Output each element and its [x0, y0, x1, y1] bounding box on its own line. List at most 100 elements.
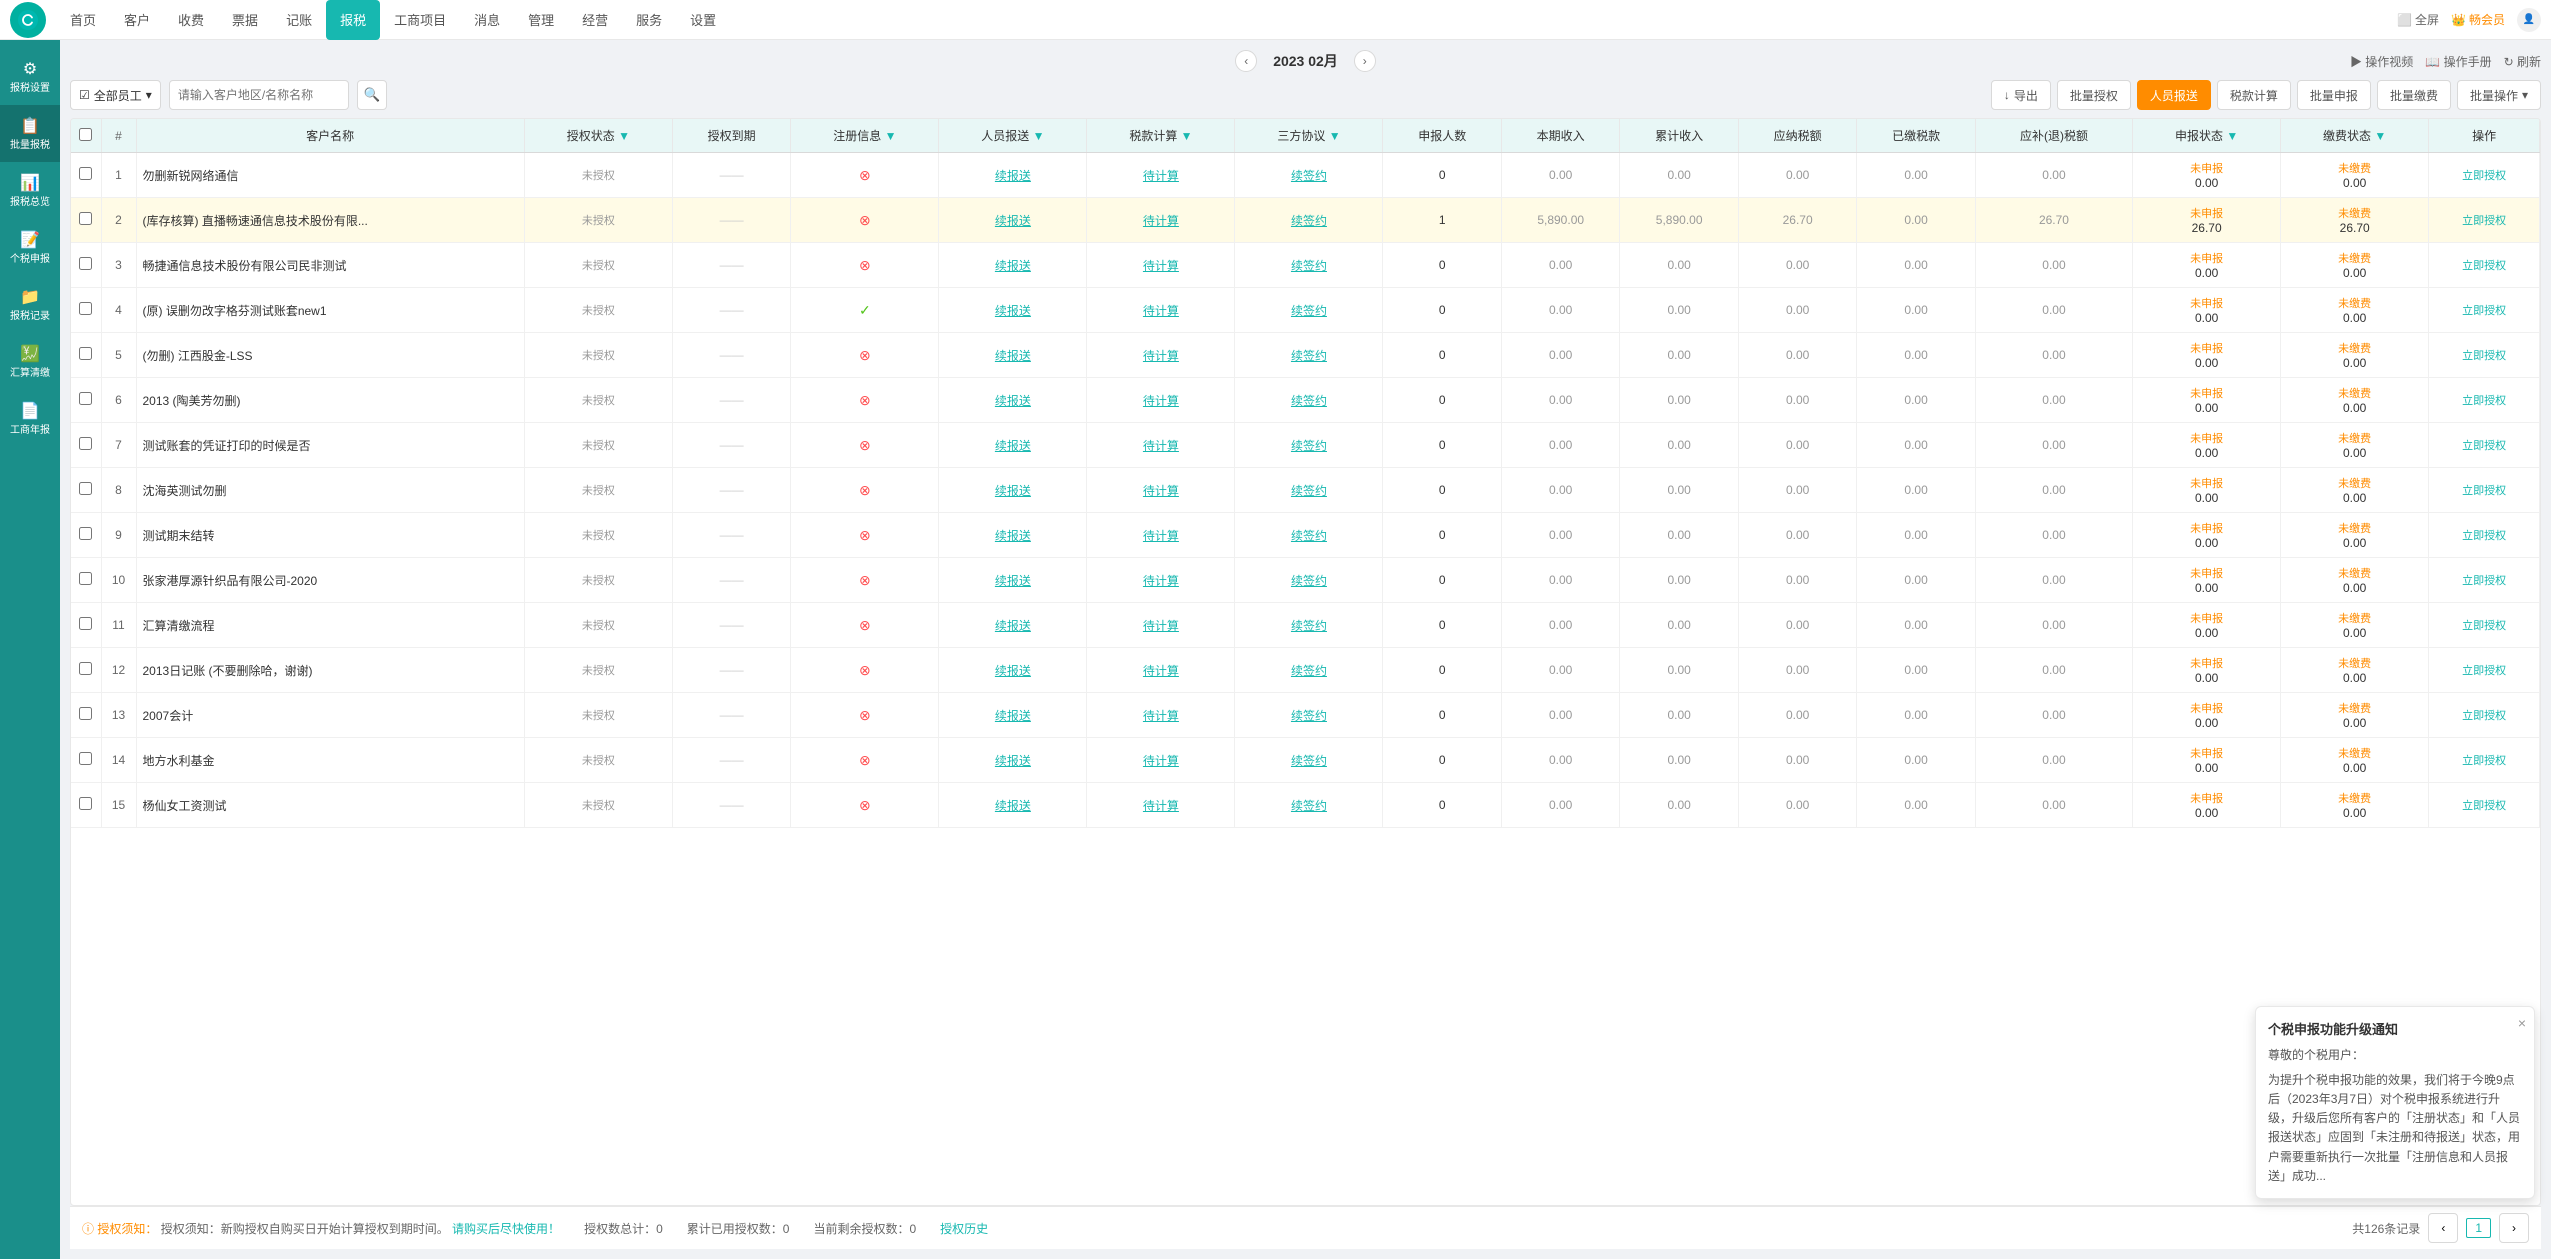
- row-checkbox[interactable]: [71, 648, 101, 693]
- row-select[interactable]: [79, 527, 92, 540]
- top-right-actions: ⬜ 全屏 👑 畅会员 👤: [2397, 8, 2541, 32]
- nav-settings[interactable]: 设置: [676, 0, 730, 40]
- row-checkbox[interactable]: [71, 783, 101, 828]
- row-select[interactable]: [79, 392, 92, 405]
- nav-message[interactable]: 消息: [460, 0, 514, 40]
- search-button[interactable]: 🔍: [357, 80, 387, 110]
- nav-client[interactable]: 客户: [110, 0, 164, 40]
- data-table-container: # 客户名称 授权状态 ▼ 授权到期 注册信息 ▼ 人员报送 ▼ 税款计算 ▼ …: [70, 118, 2541, 1206]
- nav-accounting[interactable]: 记账: [272, 0, 326, 40]
- search-input[interactable]: [169, 80, 349, 110]
- row-select[interactable]: [79, 797, 92, 810]
- row-checkbox[interactable]: [71, 603, 101, 648]
- batch-fee-button[interactable]: 批量缴费: [2377, 80, 2451, 110]
- immediate-auth-btn[interactable]: 立即授权: [2462, 755, 2506, 767]
- select-all-checkbox[interactable]: [79, 128, 92, 141]
- row-select[interactable]: [79, 347, 92, 360]
- row-tax-calc: 待计算: [1087, 198, 1235, 243]
- row-select[interactable]: [79, 662, 92, 675]
- row-checkbox[interactable]: [71, 513, 101, 558]
- manual-btn[interactable]: 📖 操作手册: [2425, 53, 2491, 70]
- immediate-auth-btn[interactable]: 立即授权: [2462, 530, 2506, 542]
- row-checkbox[interactable]: [71, 198, 101, 243]
- row-select[interactable]: [79, 302, 92, 315]
- immediate-auth-btn[interactable]: 立即授权: [2462, 620, 2506, 632]
- row-checkbox[interactable]: [71, 693, 101, 738]
- prev-page-btn[interactable]: ‹: [2428, 1213, 2458, 1243]
- row-tax-refund: 0.00: [1975, 513, 2132, 558]
- row-checkbox[interactable]: [71, 738, 101, 783]
- fullscreen-btn[interactable]: ⬜ 全屏: [2397, 11, 2439, 28]
- immediate-auth-btn[interactable]: 立即授权: [2462, 395, 2506, 407]
- nav-billing[interactable]: 收费: [164, 0, 218, 40]
- row-tax-due: 26.70: [1738, 198, 1856, 243]
- nav-invoice[interactable]: 票据: [218, 0, 272, 40]
- row-select[interactable]: [79, 167, 92, 180]
- row-tax-paid: 0.00: [1857, 603, 1975, 648]
- row-declare-count: 0: [1383, 153, 1501, 198]
- notif-close-btn[interactable]: ×: [2518, 1015, 2526, 1031]
- row-select[interactable]: [79, 482, 92, 495]
- immediate-auth-btn[interactable]: 立即授权: [2462, 800, 2506, 812]
- immediate-auth-btn[interactable]: 立即授权: [2462, 575, 2506, 587]
- sidebar: ⚙ 报税设置 📋 批量报税 📊 报税总览 📝 个税申报 📁 报税记录 💹 汇算清…: [0, 40, 60, 1259]
- row-tax-calc: 待计算: [1087, 378, 1235, 423]
- sidebar-item-personal-tax[interactable]: 📝 个税申报: [0, 219, 60, 276]
- export-button[interactable]: ↓ 导出: [1991, 80, 2051, 110]
- immediate-auth-btn[interactable]: 立即授权: [2462, 350, 2506, 362]
- employee-select[interactable]: ☑ 全部员工 ▾: [70, 80, 161, 110]
- row-select[interactable]: [79, 572, 92, 585]
- row-checkbox[interactable]: [71, 468, 101, 513]
- immediate-auth-btn[interactable]: 立即授权: [2462, 215, 2506, 227]
- header-checkbox[interactable]: [71, 119, 101, 153]
- sidebar-item-batch-tax[interactable]: 📋 批量报税: [0, 105, 60, 162]
- nav-service[interactable]: 服务: [622, 0, 676, 40]
- row-select[interactable]: [79, 437, 92, 450]
- nav-bizproject[interactable]: 工商项目: [380, 0, 460, 40]
- person-report-button[interactable]: 人员报送: [2137, 80, 2211, 110]
- batch-auth-button[interactable]: 批量授权: [2057, 80, 2131, 110]
- sidebar-item-tax-records[interactable]: 📁 报税记录: [0, 276, 60, 333]
- sidebar-item-annual-report[interactable]: 📄 工商年报: [0, 390, 60, 447]
- member-btn[interactable]: 👑 畅会员: [2451, 11, 2505, 28]
- tax-calc-button[interactable]: 税款计算: [2217, 80, 2291, 110]
- nav-economy[interactable]: 经营: [568, 0, 622, 40]
- batch-declare-button[interactable]: 批量申报: [2297, 80, 2371, 110]
- nav-tax[interactable]: 报税: [326, 0, 380, 40]
- immediate-auth-btn[interactable]: 立即授权: [2462, 665, 2506, 677]
- row-checkbox[interactable]: [71, 333, 101, 378]
- row-checkbox[interactable]: [71, 288, 101, 333]
- prev-month-btn[interactable]: ‹: [1235, 50, 1257, 72]
- batch-op-button[interactable]: 批量操作 ▾: [2457, 80, 2541, 110]
- sidebar-item-tax-settings[interactable]: ⚙ 报税设置: [0, 48, 60, 105]
- row-select[interactable]: [79, 752, 92, 765]
- row-checkbox[interactable]: [71, 558, 101, 603]
- row-select[interactable]: [79, 617, 92, 630]
- row-agreement: 续签约: [1235, 153, 1383, 198]
- row-select[interactable]: [79, 257, 92, 270]
- immediate-auth-btn[interactable]: 立即授权: [2462, 260, 2506, 272]
- immediate-auth-btn[interactable]: 立即授权: [2462, 710, 2506, 722]
- immediate-auth-btn[interactable]: 立即授权: [2462, 440, 2506, 452]
- purchase-link[interactable]: 请购买后尽快使用！: [452, 1222, 560, 1236]
- nav-manage[interactable]: 管理: [514, 0, 568, 40]
- next-page-btn[interactable]: ›: [2499, 1213, 2529, 1243]
- immediate-auth-btn[interactable]: 立即授权: [2462, 170, 2506, 182]
- auth-history-link[interactable]: 授权历史: [940, 1220, 988, 1237]
- reg-info-x-icon: ⊗: [859, 617, 871, 633]
- video-btn[interactable]: ▶ 操作视频: [2350, 53, 2413, 70]
- row-checkbox[interactable]: [71, 378, 101, 423]
- row-checkbox[interactable]: [71, 153, 101, 198]
- sidebar-item-tax-overview[interactable]: 📊 报税总览: [0, 162, 60, 219]
- next-month-btn[interactable]: ›: [1354, 50, 1376, 72]
- immediate-auth-btn[interactable]: 立即授权: [2462, 485, 2506, 497]
- refresh-btn[interactable]: ↻ 刷新: [2504, 53, 2541, 70]
- immediate-auth-btn[interactable]: 立即授权: [2462, 305, 2506, 317]
- row-select[interactable]: [79, 212, 92, 225]
- user-avatar[interactable]: 👤: [2517, 8, 2541, 32]
- nav-home[interactable]: 首页: [56, 0, 110, 40]
- row-checkbox[interactable]: [71, 423, 101, 468]
- row-checkbox[interactable]: [71, 243, 101, 288]
- row-select[interactable]: [79, 707, 92, 720]
- sidebar-item-settlement[interactable]: 💹 汇算清缴: [0, 333, 60, 390]
